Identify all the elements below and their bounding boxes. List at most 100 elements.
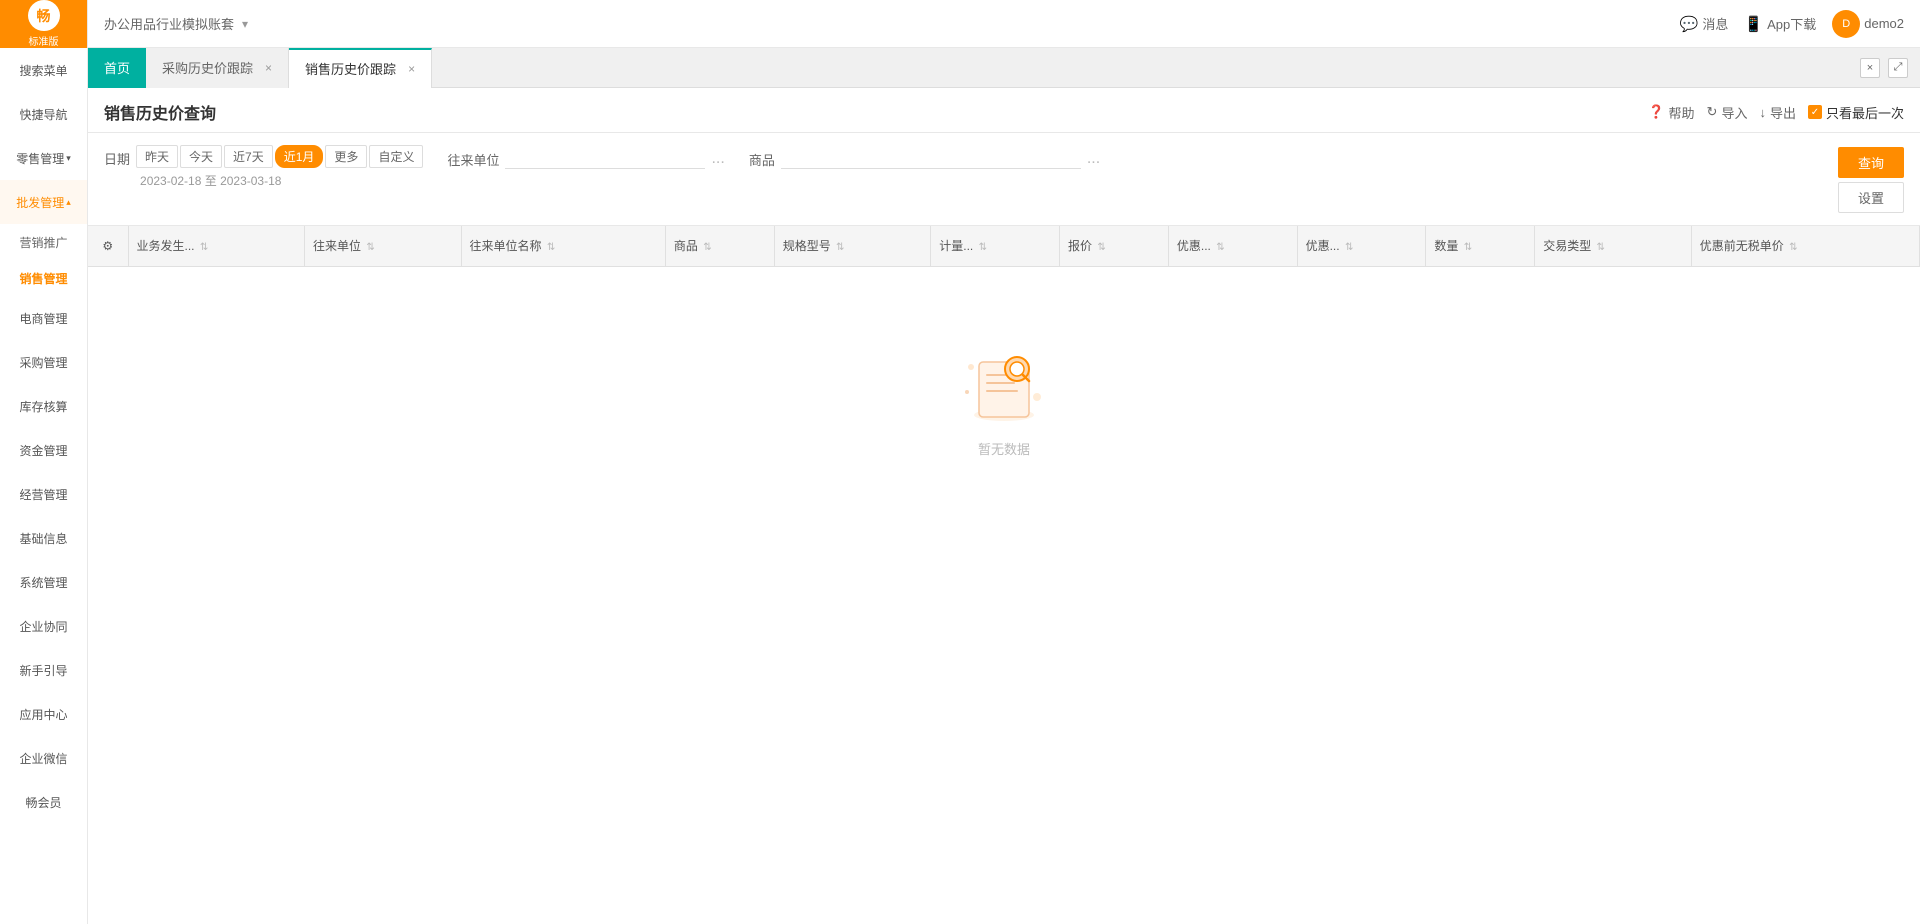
app-dropdown-icon[interactable]: ▾ (242, 17, 248, 31)
sidebar-item-member[interactable]: 畅会员 (0, 780, 87, 824)
partner-input[interactable] (505, 149, 705, 169)
empty-svg (959, 347, 1049, 427)
date-buttons: 昨天 今天 近7天 近1月 更多 自定义 (136, 145, 423, 168)
date-btn-today[interactable]: 今天 (180, 145, 222, 168)
chevron-down-icon: ▾ (66, 153, 71, 164)
close-tab-button[interactable]: × (1860, 58, 1880, 78)
sort-icon: ⇅ (1464, 242, 1472, 253)
logo-icon: 畅 (28, 0, 60, 31)
only-last-checkbox[interactable]: 只看最后一次 (1808, 103, 1904, 122)
download-icon: 📱 (1744, 15, 1763, 33)
sidebar-item-wholesale-mgmt[interactable]: 批发管理 ▴ (0, 180, 87, 224)
date-btn-1month[interactable]: 近1月 (275, 145, 324, 168)
empty-text: 暂无数据 (978, 439, 1030, 458)
filter-section: 日期 昨天 今天 近7天 近1月 更多 自定义 2023-02-18 至 202… (88, 133, 1920, 226)
col-partner-name[interactable]: 往来单位名称 ⇅ (461, 226, 665, 266)
date-label: 日期 (104, 149, 130, 168)
message-button[interactable]: 💬 消息 (1680, 14, 1729, 33)
tab-purchase-history[interactable]: 采购历史价跟踪 × (146, 48, 289, 88)
sidebar-item-search-menu[interactable]: 搜索菜单 (0, 48, 87, 92)
sidebar-item-sales-mgmt[interactable]: 销售管理 (0, 260, 87, 296)
col-spec[interactable]: 规格型号 ⇅ (774, 226, 931, 266)
main-area: 办公用品行业模拟账套 ▾ 💬 消息 📱 App下载 D demo2 首页 (88, 0, 1920, 924)
sidebar-item-finance[interactable]: 资金管理 (0, 428, 87, 472)
tab-home[interactable]: 首页 (88, 48, 146, 88)
date-range-text: 2023-02-18 至 2023-03-18 (140, 172, 423, 189)
col-biz-date[interactable]: 业务发生... ⇅ (128, 226, 304, 266)
date-btn-custom[interactable]: 自定义 (369, 145, 423, 168)
partner-input-dots[interactable]: ... (711, 150, 724, 168)
sort-icon: ⇅ (1216, 242, 1224, 253)
sort-icon: ⇅ (836, 242, 844, 253)
gear-icon: ⚙ (102, 239, 113, 253)
tab-close-sales[interactable]: × (408, 62, 415, 76)
sort-icon: ⇅ (1597, 242, 1605, 253)
col-trade-type[interactable]: 交易类型 ⇅ (1535, 226, 1692, 266)
help-icon: ❓ (1648, 104, 1664, 120)
tabbar-actions: × ⤢ (1848, 58, 1920, 78)
date-btn-7days[interactable]: 近7天 (224, 145, 273, 168)
sidebar-item-guide[interactable]: 新手引导 (0, 648, 87, 692)
partner-label: 往来单位 (447, 150, 499, 169)
topbar: 办公用品行业模拟账套 ▾ 💬 消息 📱 App下载 D demo2 (88, 0, 1920, 48)
settings-button[interactable]: 设置 (1838, 182, 1904, 213)
date-btn-yesterday[interactable]: 昨天 (136, 145, 178, 168)
sidebar-item-wechat[interactable]: 企业微信 (0, 736, 87, 780)
sort-icon: ⇅ (979, 242, 987, 253)
sidebar-item-basic-info[interactable]: 基础信息 (0, 516, 87, 560)
app-name: 办公用品行业模拟账套 (104, 14, 234, 33)
page-title: 销售历史价查询 (104, 100, 216, 124)
sidebar-item-app-center[interactable]: 应用中心 (0, 692, 87, 736)
sidebar-item-purchase[interactable]: 采购管理 (0, 340, 87, 384)
sidebar-item-quick-nav[interactable]: 快捷导航 (0, 92, 87, 136)
col-pretax-price[interactable]: 优惠前无税单价 ⇅ (1691, 226, 1919, 266)
topbar-left: 办公用品行业模拟账套 ▾ (104, 14, 248, 33)
col-discount1[interactable]: 优惠... ⇅ (1168, 226, 1297, 266)
sidebar-item-retail-mgmt[interactable]: 零售管理 ▾ (0, 136, 87, 180)
empty-state: 暂无数据 (88, 267, 1920, 538)
sidebar-item-enterprise[interactable]: 企业协同 (0, 604, 87, 648)
sort-icon: ⇅ (1345, 242, 1353, 253)
chevron-up-icon: ▴ (66, 197, 71, 208)
sidebar-item-system[interactable]: 系统管理 (0, 560, 87, 604)
sidebar-item-operations[interactable]: 经营管理 (0, 472, 87, 516)
date-options-wrapper: 昨天 今天 近7天 近1月 更多 自定义 2023-02-18 至 2023-0… (136, 145, 423, 189)
sidebar-item-ecommerce[interactable]: 电商管理 (0, 296, 87, 340)
col-partner-code[interactable]: 往来单位 ⇅ (304, 226, 461, 266)
data-table: ⚙ 业务发生... ⇅ 往来单位 ⇅ 往来单位名称 ⇅ (88, 226, 1920, 267)
tab-sales-history[interactable]: 销售历史价跟踪 × (289, 48, 432, 88)
sort-icon: ⇅ (200, 242, 208, 253)
col-quote[interactable]: 报价 ⇅ (1060, 226, 1169, 266)
avatar: D (1832, 10, 1860, 38)
col-discount2[interactable]: 优惠... ⇅ (1297, 226, 1426, 266)
filter-row-1: 日期 昨天 今天 近7天 近1月 更多 自定义 2023-02-18 至 202… (104, 141, 1904, 217)
product-label: 商品 (749, 150, 775, 169)
import-icon: ↻ (1707, 104, 1718, 120)
sidebar-item-marketing[interactable]: 营销推广 (0, 224, 87, 260)
export-button[interactable]: ↓ 导出 (1759, 103, 1796, 122)
user-menu[interactable]: D demo2 (1832, 10, 1904, 38)
product-input[interactable] (781, 149, 1081, 169)
content-area: 销售历史价查询 ❓ 帮助 ↻ 导入 ↓ 导出 只看最后一次 (88, 88, 1920, 924)
product-input-dots[interactable]: ... (1087, 150, 1100, 168)
date-btn-more[interactable]: 更多 (325, 145, 367, 168)
tab-close-purchase[interactable]: × (265, 61, 272, 75)
col-qty[interactable]: 数量 ⇅ (1426, 226, 1535, 266)
maximize-button[interactable]: ⤢ (1888, 58, 1908, 78)
table-container: ⚙ 业务发生... ⇅ 往来单位 ⇅ 往来单位名称 ⇅ (88, 226, 1920, 924)
app-download-button[interactable]: 📱 App下载 (1744, 14, 1816, 33)
col-gear[interactable]: ⚙ (88, 226, 128, 266)
help-button[interactable]: ❓ 帮助 (1648, 103, 1694, 122)
sidebar-item-inventory[interactable]: 库存核算 (0, 384, 87, 428)
filter-action-buttons: 查询 设置 (1838, 147, 1904, 213)
sort-icon: ⇅ (547, 242, 555, 253)
sort-icon: ⇅ (1097, 242, 1105, 253)
page-header: 销售历史价查询 ❓ 帮助 ↻ 导入 ↓ 导出 只看最后一次 (88, 88, 1920, 133)
col-unit[interactable]: 计量... ⇅ (931, 226, 1060, 266)
checkbox-icon (1808, 105, 1822, 119)
col-product[interactable]: 商品 ⇅ (665, 226, 774, 266)
sort-icon: ⇅ (366, 242, 374, 253)
query-button[interactable]: 查询 (1838, 147, 1904, 178)
import-button[interactable]: ↻ 导入 (1707, 103, 1748, 122)
app-logo[interactable]: 畅 标准版 (0, 0, 87, 48)
